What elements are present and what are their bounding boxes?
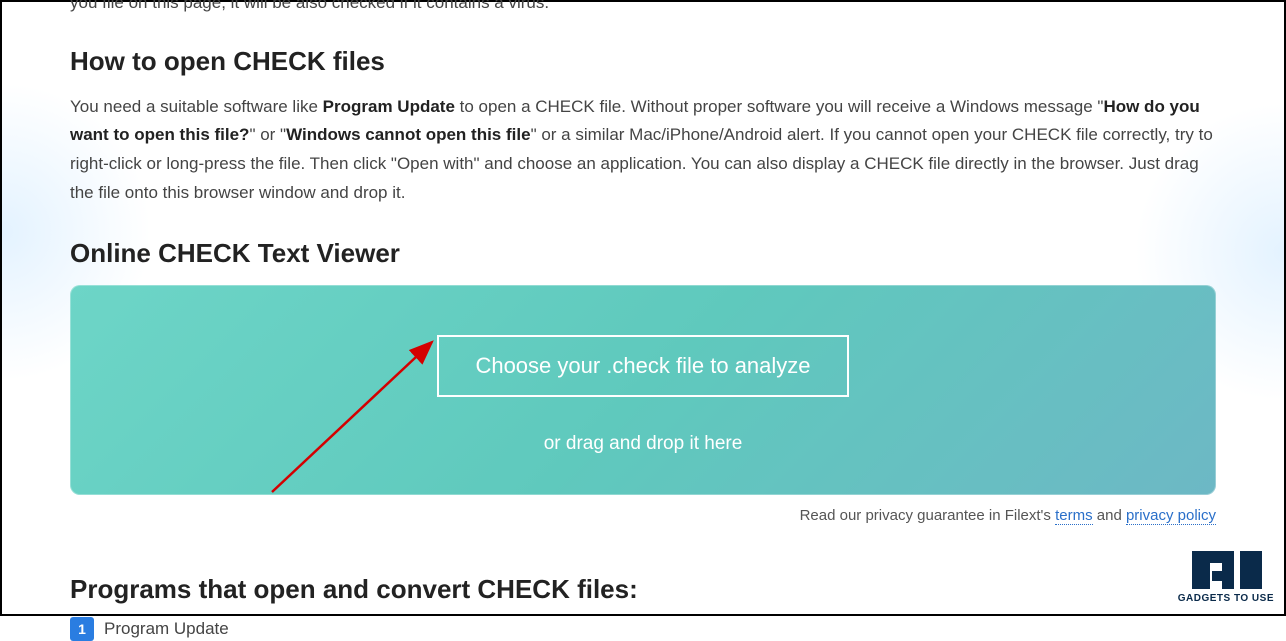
- programs-heading: Programs that open and convert CHECK fil…: [70, 574, 1216, 605]
- privacy-mid: and: [1093, 507, 1126, 524]
- choose-file-button[interactable]: Choose your .check file to analyze: [437, 335, 848, 397]
- program-name: Program Update: [104, 619, 229, 639]
- list-number-badge: 1: [70, 617, 94, 641]
- upload-dropzone[interactable]: Choose your .check file to analyze or dr…: [70, 285, 1216, 495]
- watermark-text: GADGETS TO USE: [1178, 593, 1274, 604]
- text-part: You need a suitable software like: [70, 97, 323, 116]
- privacy-policy-link[interactable]: privacy policy: [1126, 507, 1216, 525]
- watermark-logo: GADGETS TO USE: [1178, 545, 1274, 604]
- how-to-open-heading: How to open CHECK files: [70, 46, 1216, 77]
- online-viewer-heading: Online CHECK Text Viewer: [70, 238, 1216, 269]
- text-part: to open a CHECK file. Without proper sof…: [455, 97, 1104, 116]
- how-to-open-body: You need a suitable software like Progra…: [70, 93, 1216, 209]
- program-update-bold: Program Update: [323, 97, 455, 116]
- drag-drop-text: or drag and drop it here: [90, 433, 1196, 455]
- terms-link[interactable]: terms: [1055, 507, 1093, 525]
- cannot-open-bold: Windows cannot open this file: [286, 125, 530, 144]
- text-part: " or ": [249, 125, 286, 144]
- privacy-pre: Read our privacy guarantee in Filext's: [800, 507, 1056, 524]
- truncated-intro-text: you file on this page, it will be also c…: [70, 0, 1216, 16]
- program-list-item: 1 Program Update: [70, 617, 1216, 641]
- privacy-line: Read our privacy guarantee in Filext's t…: [70, 507, 1216, 524]
